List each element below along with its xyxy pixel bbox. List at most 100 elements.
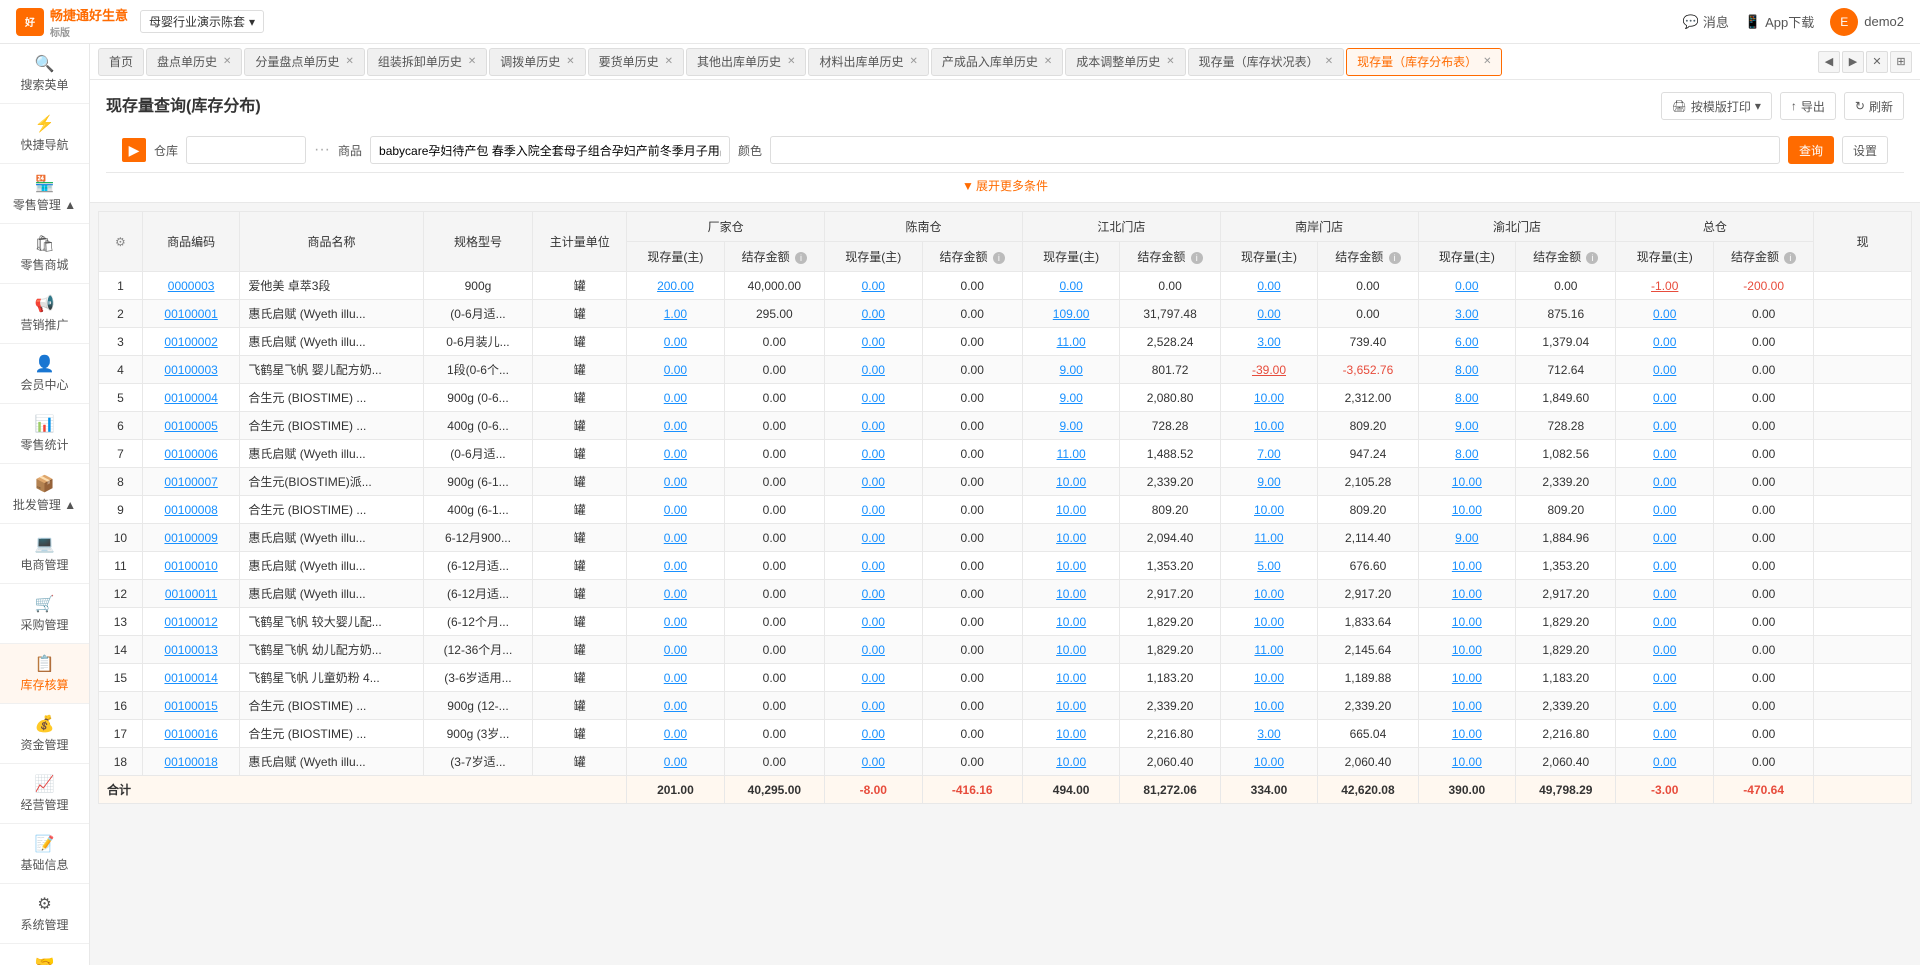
cell-nanan-stock[interactable]: 11.00 xyxy=(1220,636,1318,664)
cell-chennan-stock[interactable]: 0.00 xyxy=(825,412,923,440)
cell-total-stock[interactable]: 0.00 xyxy=(1616,552,1714,580)
cell-nanan-stock[interactable]: -39.00 xyxy=(1220,356,1318,384)
col-settings-icon[interactable]: ⚙ xyxy=(99,212,143,272)
color-input[interactable] xyxy=(770,136,1780,164)
cell-chennan-stock[interactable]: 0.00 xyxy=(825,384,923,412)
cell-yubeibei-stock[interactable]: 8.00 xyxy=(1418,384,1516,412)
tab-close-cost_adjust[interactable]: ✕ xyxy=(1166,56,1174,67)
cell-yubeibei-stock[interactable]: 10.00 xyxy=(1418,608,1516,636)
cell-chennan-stock[interactable]: 0.00 xyxy=(825,748,923,776)
cell-code[interactable]: 00100003 xyxy=(142,356,240,384)
cell-chennan-stock[interactable]: 0.00 xyxy=(825,272,923,300)
tab-stock_dist[interactable]: 现存量（库存分布表）✕ xyxy=(1346,48,1502,76)
sidebar-item-retail_stat[interactable]: 📊零售统计 xyxy=(0,404,89,464)
cell-factory-stock[interactable]: 0.00 xyxy=(627,636,725,664)
cell-code[interactable]: 00100009 xyxy=(142,524,240,552)
cell-factory-stock[interactable]: 0.00 xyxy=(627,692,725,720)
cell-factory-stock[interactable]: 0.00 xyxy=(627,440,725,468)
sidebar-item-corp[interactable]: 🤝企业协同 xyxy=(0,944,89,965)
sidebar-item-business[interactable]: 📈经营管理 xyxy=(0,764,89,824)
table-container[interactable]: ⚙ 商品编码 商品名称 规格型号 主计量单位 厂家仓 陈南仓 江北门店 南岸门店… xyxy=(90,203,1920,965)
cell-code[interactable]: 00100006 xyxy=(142,440,240,468)
sidebar-item-stock[interactable]: 📋库存核算 xyxy=(0,644,89,704)
cell-chennan-stock[interactable]: 0.00 xyxy=(825,524,923,552)
cell-jiangbei-stock[interactable]: 11.00 xyxy=(1022,328,1120,356)
sidebar-item-base[interactable]: 📝基础信息 xyxy=(0,824,89,884)
cell-total-stock[interactable]: 0.00 xyxy=(1616,356,1714,384)
cell-nanan-stock[interactable]: 9.00 xyxy=(1220,468,1318,496)
cell-code[interactable]: 00100012 xyxy=(142,608,240,636)
refresh-btn[interactable]: ↻ 刷新 xyxy=(1844,92,1904,120)
cell-factory-stock[interactable]: 0.00 xyxy=(627,664,725,692)
cell-factory-stock[interactable]: 0.00 xyxy=(627,580,725,608)
cell-factory-stock[interactable]: 1.00 xyxy=(627,300,725,328)
cell-code[interactable]: 00100004 xyxy=(142,384,240,412)
cell-nanan-stock[interactable]: 3.00 xyxy=(1220,720,1318,748)
cell-jiangbei-stock[interactable]: 10.00 xyxy=(1022,608,1120,636)
cell-chennan-stock[interactable]: 0.00 xyxy=(825,328,923,356)
tab-expand-btn[interactable]: ⊞ xyxy=(1890,51,1912,73)
tab-stock_status[interactable]: 现存量（库存状况表）✕ xyxy=(1188,48,1344,76)
cell-code[interactable]: 00100018 xyxy=(142,748,240,776)
cell-jiangbei-stock[interactable]: 10.00 xyxy=(1022,664,1120,692)
expand-conditions-btn[interactable]: ▼ 展开更多条件 xyxy=(962,177,1048,194)
cell-total-stock[interactable]: 0.00 xyxy=(1616,636,1714,664)
cell-code[interactable]: 00100014 xyxy=(142,664,240,692)
tab-other_out[interactable]: 其他出库单历史✕ xyxy=(686,48,806,76)
tab-close-stock_dist[interactable]: ✕ xyxy=(1483,56,1491,67)
cell-nanan-stock[interactable]: 0.00 xyxy=(1220,300,1318,328)
tab-inventory_point[interactable]: 分量盘点单历史✕ xyxy=(244,48,364,76)
cell-yubeibei-stock[interactable]: 10.00 xyxy=(1418,552,1516,580)
sidebar-item-finance[interactable]: 💰资金管理 xyxy=(0,704,89,764)
cell-nanan-stock[interactable]: 10.00 xyxy=(1220,692,1318,720)
cell-factory-stock[interactable]: 0.00 xyxy=(627,496,725,524)
sidebar-item-system[interactable]: ⚙系统管理 xyxy=(0,884,89,944)
cell-jiangbei-stock[interactable]: 9.00 xyxy=(1022,412,1120,440)
tab-material_out[interactable]: 材料出库单历史✕ xyxy=(808,48,928,76)
cell-nanan-stock[interactable]: 10.00 xyxy=(1220,384,1318,412)
cell-jiangbei-stock[interactable]: 11.00 xyxy=(1022,440,1120,468)
cell-jiangbei-stock[interactable]: 10.00 xyxy=(1022,468,1120,496)
cell-yubeibei-stock[interactable]: 10.00 xyxy=(1418,580,1516,608)
cell-jiangbei-stock[interactable]: 10.00 xyxy=(1022,580,1120,608)
sidebar-item-retail[interactable]: 🏪零售管理 ▲ xyxy=(0,164,89,224)
cell-total-stock[interactable]: 0.00 xyxy=(1616,664,1714,692)
cell-code[interactable]: 00100010 xyxy=(142,552,240,580)
cell-total-stock[interactable]: 0.00 xyxy=(1616,748,1714,776)
tab-prev-btn[interactable]: ◀ xyxy=(1818,51,1840,73)
cell-jiangbei-stock[interactable]: 10.00 xyxy=(1022,496,1120,524)
cell-chennan-stock[interactable]: 0.00 xyxy=(825,552,923,580)
cell-total-stock[interactable]: 0.00 xyxy=(1616,328,1714,356)
tab-home[interactable]: 首页 xyxy=(98,48,144,76)
cell-yubeibei-stock[interactable]: 10.00 xyxy=(1418,496,1516,524)
cell-nanan-stock[interactable]: 10.00 xyxy=(1220,580,1318,608)
tab-close-other_out[interactable]: ✕ xyxy=(787,56,795,67)
cell-code[interactable]: 00100016 xyxy=(142,720,240,748)
cell-nanan-stock[interactable]: 0.00 xyxy=(1220,272,1318,300)
cell-nanan-stock[interactable]: 10.00 xyxy=(1220,412,1318,440)
cell-yubeibei-stock[interactable]: 10.00 xyxy=(1418,468,1516,496)
tab-close-inventory_point[interactable]: ✕ xyxy=(345,56,353,67)
cell-code[interactable]: 00100015 xyxy=(142,692,240,720)
cell-jiangbei-stock[interactable]: 9.00 xyxy=(1022,384,1120,412)
cell-code[interactable]: 00100002 xyxy=(142,328,240,356)
cell-jiangbei-stock[interactable]: 9.00 xyxy=(1022,356,1120,384)
cell-yubeibei-stock[interactable]: 9.00 xyxy=(1418,412,1516,440)
total-amt-info-icon[interactable]: i xyxy=(1784,252,1796,264)
cell-code[interactable]: 0000003 xyxy=(142,272,240,300)
cell-factory-stock[interactable]: 0.00 xyxy=(627,524,725,552)
cell-yubeibei-stock[interactable]: 10.00 xyxy=(1418,720,1516,748)
cell-nanan-stock[interactable]: 10.00 xyxy=(1220,608,1318,636)
cell-factory-stock[interactable]: 0.00 xyxy=(627,412,725,440)
cell-total-stock[interactable]: 0.00 xyxy=(1616,496,1714,524)
sidebar-item-wholesale[interactable]: 📦批发管理 ▲ xyxy=(0,464,89,524)
factory-amt-info-icon[interactable]: i xyxy=(795,252,807,264)
cell-chennan-stock[interactable]: 0.00 xyxy=(825,608,923,636)
cell-code[interactable]: 00100005 xyxy=(142,412,240,440)
tab-combo_dismantle[interactable]: 组装拆卸单历史✕ xyxy=(367,48,487,76)
cell-yubeibei-stock[interactable]: 8.00 xyxy=(1418,440,1516,468)
cell-jiangbei-stock[interactable]: 10.00 xyxy=(1022,748,1120,776)
yubeibei-amt-info-icon[interactable]: i xyxy=(1586,252,1598,264)
cell-factory-stock[interactable]: 0.00 xyxy=(627,720,725,748)
warehouse-input[interactable] xyxy=(186,136,306,164)
